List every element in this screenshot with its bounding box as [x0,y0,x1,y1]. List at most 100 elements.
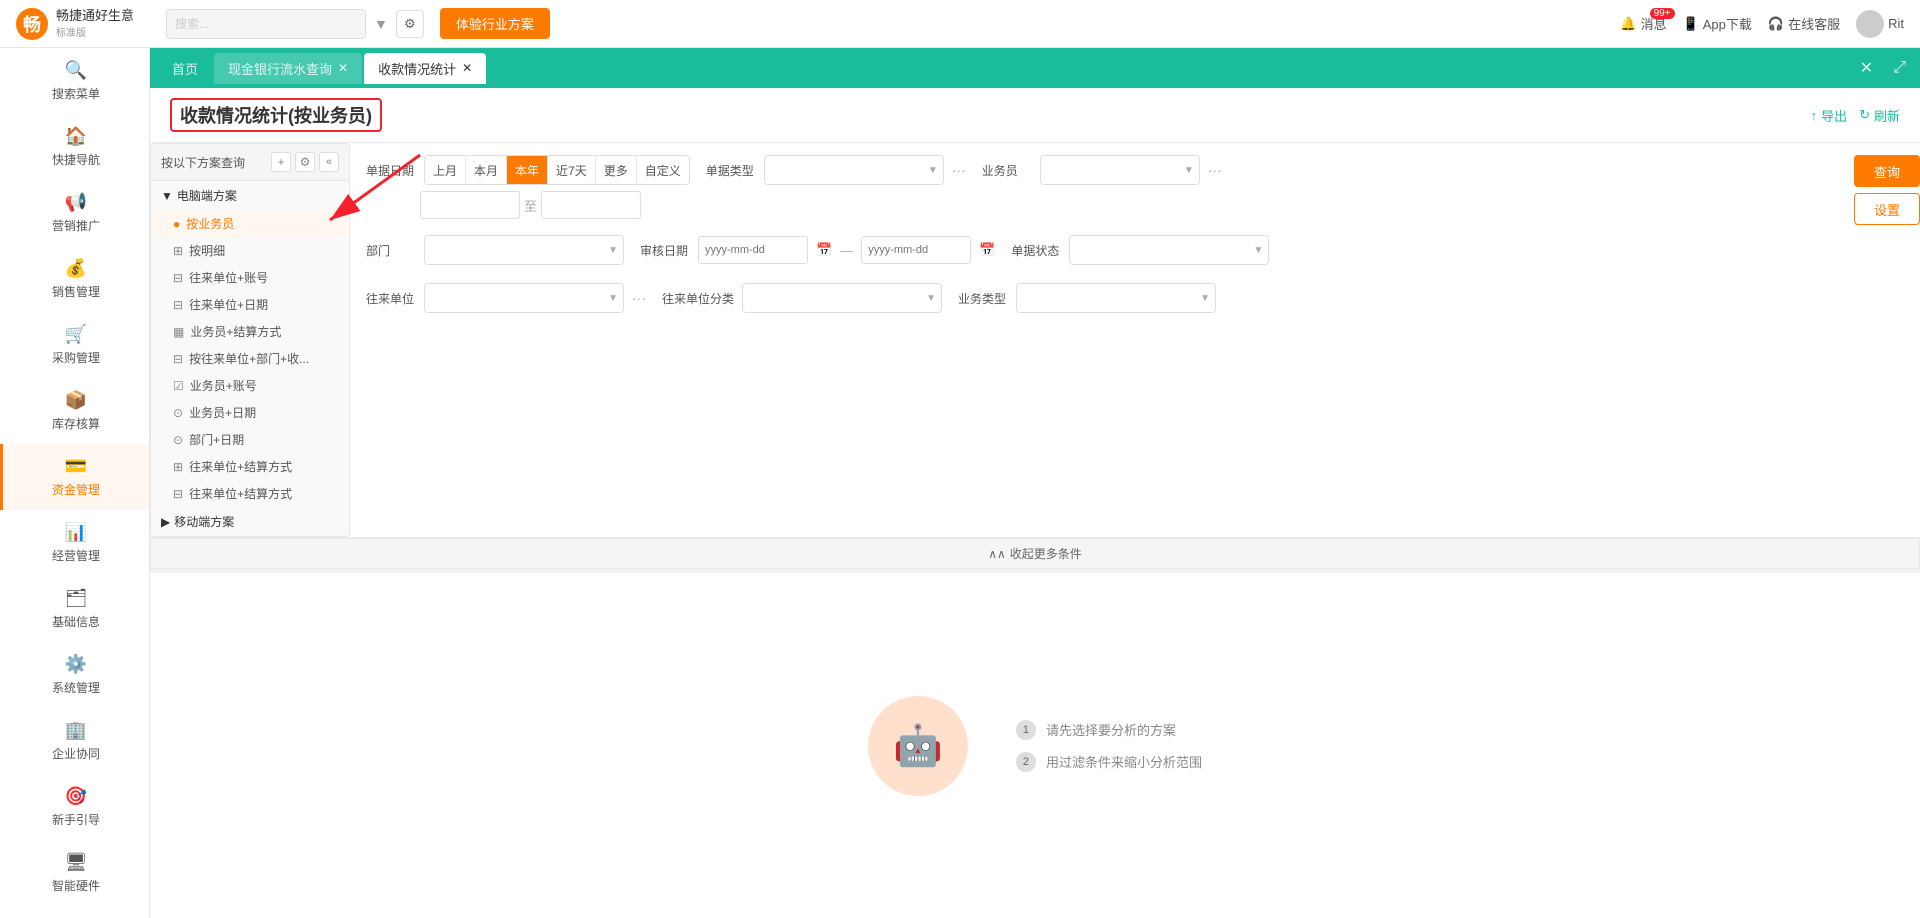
scheme-item-icon-detail: ⊞ [173,244,183,258]
filter-row-3: 往来单位 ▼ ··· 往来单位分类 [366,283,1920,321]
sidebar-item-hardware[interactable]: 🖥 智能硬件 [0,840,149,906]
biztype-select[interactable] [1016,283,1216,313]
scheme-item-salesman-date[interactable]: ⊙ 业务员+日期 [151,399,349,426]
partner-dots-icon[interactable]: ··· [632,290,646,306]
trial-industry-btn[interactable]: 体验行业方案 [440,8,550,39]
tab-expand-btn[interactable]: ⤢ [1887,57,1912,79]
sidebar-item-sales[interactable]: 💰 销售管理 [0,246,149,312]
calendar-to-icon[interactable]: 📅 [979,242,995,258]
partner-select[interactable] [424,283,624,313]
tab-bar-end: ✕ ⤢ [1854,56,1912,80]
page-header-actions: ↑ 导出 ↻ 刷新 [1811,106,1900,125]
tab-bank-close[interactable]: ✕ [338,61,348,75]
marketing-icon: 📢 [65,192,87,213]
sidebar-item-inventory[interactable]: 📦 库存核算 [0,378,149,444]
nav-arrow-icon[interactable]: ▼ [374,16,388,32]
sidebar-item-purchase[interactable]: 🛒 采购管理 [0,312,149,378]
scheme-item-icon-ss: ▦ [173,325,184,339]
partner-cat-select[interactable] [742,283,942,313]
system-icon: ⚙️ [65,654,87,675]
scheme-item-partner-account[interactable]: ⊟ 往来单位+账号 [151,264,349,291]
sidebar-item-search[interactable]: 🔍 搜索菜单 [0,48,149,114]
export-btn[interactable]: ↑ 导出 [1811,106,1848,125]
app-download-btn[interactable]: 📱 App下载 [1683,14,1752,33]
tab-receipt[interactable]: 收款情况统计 ✕ [364,53,486,84]
sidebar-label-system: 系统管理 [52,679,100,696]
sidebar-item-quick[interactable]: 🏠 快捷导航 [0,114,149,180]
doctype-more-icon[interactable]: ··· [952,162,966,178]
sidebar-item-operation[interactable]: 📊 经营管理 [0,510,149,576]
scheme-item-label-ss: 业务员+结算方式 [190,323,281,340]
dept-select-wrap: ▼ [424,235,624,265]
scheme-item-partner-settle[interactable]: ⊞ 往来单位+结算方式 [151,453,349,480]
tab-home[interactable]: 首页 [158,53,212,84]
scheme-group-desktop[interactable]: ▼ 电脑端方案 [151,181,349,210]
scheme-item-partner-dept[interactable]: ⊟ 按往来单位+部门+收... [151,345,349,372]
message-btn[interactable]: 🔔 消息 99+ [1620,14,1666,33]
sidebar-label-sales: 销售管理 [52,283,100,300]
query-btn[interactable]: 查询 [1854,155,1920,187]
doctype-label: 单据类型 [706,162,756,179]
dept-select[interactable] [424,235,624,265]
refresh-btn[interactable]: ↻ 刷新 [1859,106,1900,125]
dept-label: 部门 [366,242,416,259]
date-btn-this-month[interactable]: 本月 [466,156,507,184]
review-from-input[interactable] [698,236,808,264]
date-from-input[interactable]: 2023-01-01 [420,191,520,219]
scheme-item-salesman-settle[interactable]: ▦ 业务员+结算方式 [151,318,349,345]
docstatus-select[interactable] [1069,235,1269,265]
purchase-icon: 🛒 [65,324,87,345]
date-btn-more[interactable]: 更多 [596,156,637,184]
settings-btn[interactable]: 设置 [1854,193,1920,225]
empty-steps: 1 请先选择要分析的方案 2 用过滤条件来缩小分析范围 [1016,720,1202,772]
date-btn-last-month[interactable]: 上月 [425,156,466,184]
scheme-add-btn[interactable]: + [271,152,291,172]
review-to-input[interactable] [861,236,971,264]
scheme-item-partner-settle2[interactable]: ⊟ 往来单位+结算方式 [151,480,349,507]
doctype-select[interactable] [764,155,944,185]
scheme-item-by-detail[interactable]: ⊞ 按明细 [151,237,349,264]
tab-bank[interactable]: 现金银行流水查询 ✕ [214,53,362,84]
salesman-more-icon[interactable]: ··· [1208,162,1222,178]
salesman-select[interactable] [1040,155,1200,185]
scheme-item-partner-date[interactable]: ⊟ 往来单位+日期 [151,291,349,318]
sidebar-item-finance[interactable]: 💳 资金管理 [0,444,149,510]
scheme-item-dept-date[interactable]: ⊙ 部门+日期 [151,426,349,453]
scheme-settings-btn[interactable]: ⚙ [295,152,315,172]
sidebar-item-corp[interactable]: 🏢 企业协同 [0,708,149,774]
date-btn-7days[interactable]: 近7天 [548,156,596,184]
tab-receipt-close[interactable]: ✕ [462,61,472,75]
scheme-group-mobile-arrow: ▶ [161,515,170,529]
tab-bank-label: 现金银行流水查询 [228,59,332,78]
date-btn-this-year[interactable]: 本年 [507,156,548,184]
search-display[interactable]: 搜索... [166,9,366,39]
sidebar-item-guide[interactable]: 🎯 新手引导 [0,774,149,840]
filter-dept-row: 部门 ▼ [366,235,624,265]
filter-partner-row: 往来单位 ▼ ··· [366,283,646,313]
collapse-bar[interactable]: ∧∧ 收起更多条件 [150,538,1920,569]
scheme-item-salesman-account[interactable]: ☑ 业务员+账号 [151,372,349,399]
scheme-item-by-salesman[interactable]: ● 按业务员 [151,210,349,237]
settings-gear-btn[interactable]: ⚙ [396,10,424,38]
sidebar-item-marketing[interactable]: 📢 营销推广 [0,180,149,246]
date-btn-custom[interactable]: 自定义 [637,156,689,184]
tab-close-all-btn[interactable]: ✕ [1854,56,1879,80]
content-area: 首页 现金银行流水查询 ✕ 收款情况统计 ✕ ✕ ⤢ 收款情况统计(按业务员) … [150,48,1920,918]
scheme-header: 按以下方案查询 + ⚙ « [151,144,349,181]
user-area[interactable]: Rit [1856,10,1904,38]
sidebar-label-search: 搜索菜单 [52,85,100,102]
date-to-input[interactable]: 2023-12-31 [541,191,641,219]
home-icon: 🏠 [65,126,87,147]
filter-salesman-row: 业务员 ▼ ··· [982,155,1222,185]
search-icon: 🔍 [65,60,87,81]
sidebar-item-basic[interactable]: 🗂 基础信息 [0,576,149,642]
calendar-from-icon[interactable]: 📅 [816,242,832,258]
sidebar-item-wechat[interactable]: 💬 企业微信 [0,906,149,918]
date-dash-review: — [840,243,853,258]
online-service-btn[interactable]: 🎧 在线客服 [1768,14,1840,33]
partner-category-label: 往来单位分类 [662,290,734,307]
scheme-group-mobile[interactable]: ▶ 移动端方案 [151,507,349,536]
scheme-collapse-btn[interactable]: « [319,152,339,172]
filter-date-range: 2023-01-01 至 2023-12-31 [366,191,690,219]
sidebar-item-system[interactable]: ⚙️ 系统管理 [0,642,149,708]
